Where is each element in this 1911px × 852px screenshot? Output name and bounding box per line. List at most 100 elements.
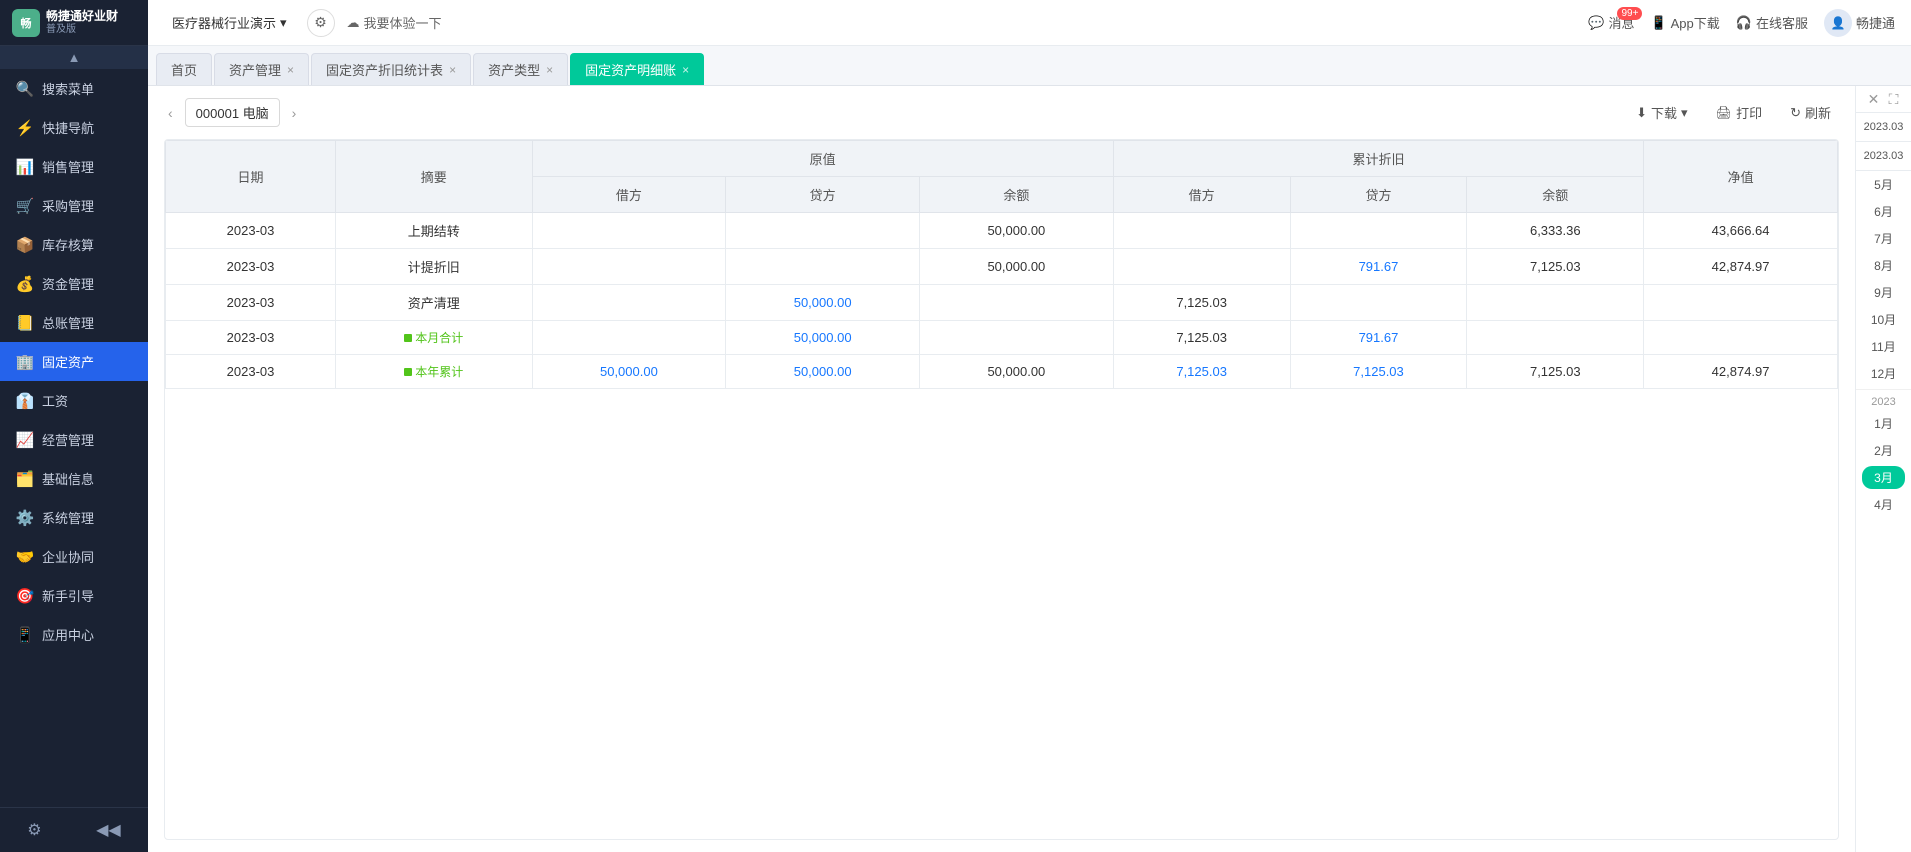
tab-asset-type-label: 资产类型 xyxy=(488,60,540,79)
sidebar-item-basic-info[interactable]: 🗂️ 基础信息 xyxy=(0,459,148,498)
timeline-month[interactable]: 9月 xyxy=(1856,279,1911,306)
timeline-month[interactable]: 8月 xyxy=(1856,252,1911,279)
sidebar-label-payroll: 工资 xyxy=(42,391,68,410)
collapse-btn[interactable]: ◀◀ xyxy=(88,816,129,844)
cell-date: 2023-03 xyxy=(166,249,336,285)
tabbar: 首页 资产管理 × 固定资产折旧统计表 × 资产类型 × 固定资产明细账 × xyxy=(148,46,1911,86)
cell-amount: 6,333.36 xyxy=(1467,213,1644,249)
refresh-btn[interactable]: ↻ 刷新 xyxy=(1782,99,1839,126)
col-debit2: 借方 xyxy=(1113,177,1290,213)
timeline-expand-btn[interactable]: ⛶ xyxy=(1885,90,1903,108)
download-btn[interactable]: ⬇ 下载 ▾ xyxy=(1628,99,1695,126)
sidebar-scroll-up[interactable]: ▲ xyxy=(0,46,148,69)
nav-next[interactable]: › xyxy=(288,103,301,123)
sidebar-item-search[interactable]: 🔍 搜索菜单 xyxy=(0,69,148,108)
nav-prev[interactable]: ‹ xyxy=(164,103,177,123)
app-logo: 畅 畅捷通好业财 普及版 xyxy=(0,0,148,46)
cell-amount: 50,000.00 xyxy=(920,249,1114,285)
timeline-month[interactable]: 1月 xyxy=(1856,410,1911,437)
tab-asset-detail-close[interactable]: × xyxy=(682,64,689,76)
search-icon: 🔍 xyxy=(16,80,34,98)
data-table: 日期 摘要 原值 累计折旧 净值 借方 贷方 余额 借方 贷方 余额 xyxy=(165,140,1838,389)
timeline-year-label: 2023 xyxy=(1856,392,1911,410)
cell-amount xyxy=(726,213,920,249)
experience-button[interactable]: ☁ 我要体验一下 xyxy=(347,13,442,32)
download-icon: ⬇ xyxy=(1636,105,1647,121)
sidebar-label-guide: 新手引导 xyxy=(42,586,94,605)
sidebar-label-system: 系统管理 xyxy=(42,508,94,527)
timeline-month[interactable]: 6月 xyxy=(1856,198,1911,225)
settings-icon[interactable]: ⚙ xyxy=(307,9,335,37)
sidebar-label-capital: 资金管理 xyxy=(42,274,94,293)
tab-asset-type[interactable]: 资产类型 × xyxy=(473,53,568,85)
tab-asset-type-close[interactable]: × xyxy=(546,64,553,76)
timeline-month[interactable]: 11月 xyxy=(1856,333,1911,360)
sidebar-label-inventory: 库存核算 xyxy=(42,235,94,254)
timeline-close-btn[interactable]: ✕ xyxy=(1865,90,1883,108)
cell-summary: 上期结转 xyxy=(336,213,532,249)
col-net-value: 净值 xyxy=(1644,141,1838,213)
print-icon: 🖨 xyxy=(1716,105,1733,121)
cell-amount xyxy=(920,321,1114,355)
tab-depreciation-stats-label: 固定资产折旧统计表 xyxy=(326,60,443,79)
sidebar-item-inventory[interactable]: 📦 库存核算 xyxy=(0,225,148,264)
user-action[interactable]: 👤 畅捷通 xyxy=(1824,9,1895,37)
cell-amount xyxy=(1290,285,1467,321)
basic-info-icon: 🗂️ xyxy=(16,470,34,488)
tab-asset-mgmt-close[interactable]: × xyxy=(287,64,294,76)
sidebar-item-ledger[interactable]: 📒 总账管理 xyxy=(0,303,148,342)
tab-asset-detail[interactable]: 固定资产明细账 × xyxy=(570,53,704,85)
asset-nav: ‹ 000001 电脑 › ⬇ 下载 ▾ 🖨 打印 ↻ xyxy=(164,98,1839,127)
message-action[interactable]: 💬 消息 99+ xyxy=(1588,13,1634,32)
tab-depreciation-stats-close[interactable]: × xyxy=(449,64,456,76)
message-icon: 💬 xyxy=(1588,15,1604,31)
download-action[interactable]: 📱 App下载 xyxy=(1650,13,1719,32)
company-selector[interactable]: 医疗器械行业演示 ▾ xyxy=(164,9,295,36)
sidebar-item-nav[interactable]: ⚡ 快捷导航 xyxy=(0,108,148,147)
sidebar-item-guide[interactable]: 🎯 新手引导 xyxy=(0,576,148,615)
timeline-panel: ✕ ⛶ 2023.03 2023.03 5月6月7月8月9月10月11月12月2… xyxy=(1855,86,1911,852)
asset-code-display: 000001 电脑 xyxy=(185,98,280,127)
tab-depreciation-stats[interactable]: 固定资产折旧统计表 × xyxy=(311,53,471,85)
cloud-icon: ☁ xyxy=(347,15,360,31)
cell-amount: 50,000.00 xyxy=(726,355,920,389)
sidebar-label-fixed-assets: 固定资产 xyxy=(42,352,94,371)
sidebar-item-operations[interactable]: 📈 经营管理 xyxy=(0,420,148,459)
sidebar-item-purchase[interactable]: 🛒 采购管理 xyxy=(0,186,148,225)
operations-icon: 📈 xyxy=(16,431,34,449)
col-credit2: 贷方 xyxy=(1290,177,1467,213)
service-action[interactable]: 🎧 在线客服 xyxy=(1736,13,1808,32)
tab-home[interactable]: 首页 xyxy=(156,53,212,85)
print-btn[interactable]: 🖨 打印 xyxy=(1708,99,1771,126)
timeline-month[interactable]: 10月 xyxy=(1856,306,1911,333)
message-badge: 99+ xyxy=(1617,7,1642,20)
cell-date: 2023-03 xyxy=(166,321,336,355)
content-area: ‹ 000001 电脑 › ⬇ 下载 ▾ 🖨 打印 ↻ xyxy=(148,86,1911,852)
download-icon: 📱 xyxy=(1650,15,1666,31)
timeline-month[interactable]: 2月 xyxy=(1856,437,1911,464)
table-row: 2023-03 计提折旧 50,000.00 791.67 7,125.03 4… xyxy=(166,249,1838,285)
sidebar-item-fixed-assets[interactable]: 🏢 固定资产 xyxy=(0,342,148,381)
sidebar-item-collaboration[interactable]: 🤝 企业协同 xyxy=(0,537,148,576)
sidebar-label-ledger: 总账管理 xyxy=(42,313,94,332)
timeline-month[interactable]: 5月 xyxy=(1856,171,1911,198)
settings-btn[interactable]: ⚙ xyxy=(19,816,49,844)
timeline-month[interactable]: 12月 xyxy=(1856,360,1911,387)
sales-icon: 📊 xyxy=(16,158,34,176)
sidebar-item-capital[interactable]: 💰 资金管理 xyxy=(0,264,148,303)
sidebar-item-payroll[interactable]: 👔 工资 xyxy=(0,381,148,420)
tab-asset-mgmt[interactable]: 资产管理 × xyxy=(214,53,309,85)
sidebar-item-sales[interactable]: 📊 销售管理 xyxy=(0,147,148,186)
col-debit1: 借方 xyxy=(532,177,726,213)
timeline-month[interactable]: 4月 xyxy=(1856,491,1911,518)
timeline-month[interactable]: 7月 xyxy=(1856,225,1911,252)
sidebar-label-basic-info: 基础信息 xyxy=(42,469,94,488)
sidebar-label-operations: 经营管理 xyxy=(42,430,94,449)
sidebar-item-system[interactable]: ⚙️ 系统管理 xyxy=(0,498,148,537)
cell-amount xyxy=(726,249,920,285)
table-row: 2023-03 本年累计 50,000.00 50,000.00 50,000.… xyxy=(166,355,1838,389)
cell-amount: 7,125.03 xyxy=(1113,355,1290,389)
sidebar-item-apps[interactable]: 📱 应用中心 xyxy=(0,615,148,654)
timeline-month[interactable]: 3月 xyxy=(1862,466,1905,489)
cell-amount: 7,125.03 xyxy=(1113,321,1290,355)
